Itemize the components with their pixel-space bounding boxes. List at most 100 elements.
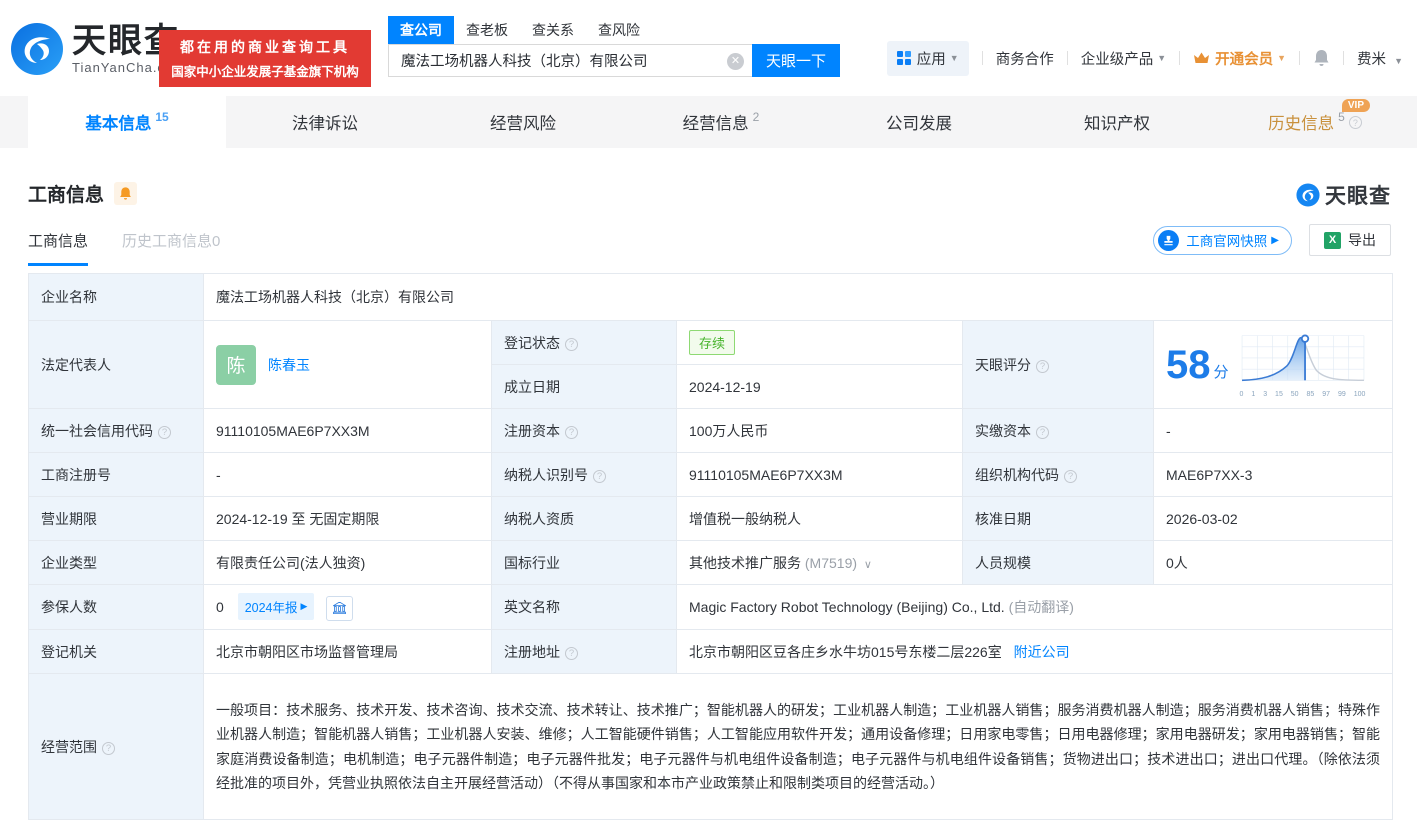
- vip-badge: VIP: [1341, 99, 1370, 112]
- help-icon[interactable]: ?: [565, 337, 578, 351]
- main-content: 工商信息 天眼查 工商信息 历史工商信息0 工商官网快照 ▶ X 导出 企业名称…: [0, 148, 1417, 829]
- search-input[interactable]: [389, 45, 752, 76]
- label-text: 纳税人识别号: [504, 466, 588, 483]
- tab-count: 5: [1338, 110, 1345, 124]
- taxpayer-quality-value: 增值税一般纳税人: [676, 496, 963, 541]
- help-icon[interactable]: ?: [1036, 425, 1049, 439]
- reg-authority-label: 登记机关: [28, 629, 204, 674]
- establish-date-value: 2024-12-19: [676, 364, 963, 409]
- label-text: 实缴资本: [975, 422, 1031, 439]
- score-cell: 58 分 0 1 3 15 50 85 97 99 100: [1152, 320, 1394, 409]
- legal-rep-name-link[interactable]: 陈春玉: [268, 355, 310, 375]
- tab-basic-info[interactable]: 基本信息 15: [28, 96, 226, 148]
- stamp-icon: [1158, 229, 1180, 251]
- clear-search-icon[interactable]: ✕: [727, 53, 744, 70]
- subtab-business-info[interactable]: 工商信息: [28, 230, 89, 266]
- tab-company-development[interactable]: 公司发展: [820, 96, 1018, 148]
- auto-translate-note: (自动翻译): [1008, 599, 1074, 615]
- monitor-bell-button[interactable]: [114, 182, 138, 205]
- score-value: 58: [1166, 342, 1211, 387]
- insured-count: 0: [216, 599, 224, 616]
- open-vip-link[interactable]: 开通会员 ▼: [1193, 48, 1286, 69]
- reg-address-value: 北京市朝阳区豆各庄乡水牛坊015号东楼二层226室 附近公司: [675, 629, 1394, 674]
- help-icon[interactable]: ?: [565, 425, 578, 439]
- reg-status-value: 存续: [676, 320, 963, 365]
- banner-line1: 都在用的商业查询工具: [180, 39, 350, 55]
- industry-label: 国标行业: [491, 540, 677, 585]
- industry-code: (M7519): [804, 554, 858, 571]
- score-distribution-chart[interactable]: 01 3 15 50 85 97 99 100: [1239, 331, 1367, 398]
- paid-capital-label: 实缴资本?: [962, 408, 1154, 453]
- insured-value: 0 2024年报 ▶: [203, 584, 492, 630]
- search-button[interactable]: 天眼一下: [752, 44, 840, 77]
- reg-authority-value: 北京市朝阳区市场监督管理局: [203, 629, 492, 674]
- credit-code-label: 统一社会信用代码?: [28, 408, 204, 453]
- score-unit: 分: [1213, 364, 1229, 381]
- industry-value[interactable]: 其他技术推广服务 (M7519) ∨: [676, 540, 963, 585]
- business-term-value: 2024-12-19 至 无固定期限: [203, 496, 492, 541]
- tab-intellectual-property[interactable]: 知识产权: [1018, 96, 1216, 148]
- english-name-text: Magic Factory Robot Technology (Beijing)…: [689, 599, 1005, 615]
- chevron-down-icon: ∨: [863, 558, 872, 571]
- annual-report-badge[interactable]: 2024年报 ▶: [237, 593, 315, 621]
- legal-rep-cell: 陈 陈春玉: [203, 320, 492, 409]
- help-icon[interactable]: ?: [158, 425, 171, 439]
- apps-label: 应用: [916, 51, 946, 68]
- subtab-history-business-info[interactable]: 历史工商信息0: [122, 230, 220, 266]
- snapshot-label: 工商官网快照: [1186, 234, 1268, 249]
- approval-date-label: 核准日期: [962, 496, 1154, 541]
- search-tab-company[interactable]: 查公司: [388, 16, 454, 44]
- legal-rep-avatar[interactable]: 陈: [216, 344, 256, 385]
- help-icon[interactable]: ?: [593, 469, 606, 483]
- notification-bell-icon[interactable]: [1313, 49, 1330, 67]
- help-icon[interactable]: ?: [1064, 469, 1077, 483]
- excel-icon: X: [1324, 231, 1341, 249]
- business-info-table: 企业名称 魔法工场机器人科技（北京）有限公司 法定代表人 陈 陈春玉 登记状态?…: [28, 273, 1394, 820]
- chevron-down-icon: ▼: [1277, 53, 1287, 63]
- help-icon[interactable]: ?: [102, 741, 115, 755]
- tianyancha-swirl-icon: [1296, 183, 1320, 207]
- label-text: 天眼评分: [975, 356, 1031, 373]
- crown-icon: [1193, 51, 1210, 65]
- company-type-label: 企业类型: [28, 540, 204, 585]
- subtab-bar: 工商信息 历史工商信息0: [28, 230, 254, 266]
- chevron-down-icon: ▼: [1157, 53, 1167, 63]
- business-scope-label: 经营范围?: [28, 673, 204, 820]
- tab-label: 经营信息: [682, 115, 749, 133]
- nearby-companies-link[interactable]: 附近公司: [1014, 644, 1070, 660]
- tab-legal-litigation[interactable]: 法律诉讼: [226, 96, 424, 148]
- tab-label: 基本信息: [85, 115, 152, 133]
- official-snapshot-button[interactable]: 工商官网快照 ▶: [1153, 225, 1292, 255]
- insured-label: 参保人数: [28, 584, 204, 630]
- annual-report-label: 2024年报: [244, 601, 298, 616]
- nav-divider: [1343, 51, 1345, 65]
- legal-rep-label: 法定代表人: [28, 320, 204, 409]
- search-tab-boss[interactable]: 查老板: [454, 16, 520, 44]
- main-tab-bar: 基本信息 15 法律诉讼 经营风险 经营信息 2 公司发展 知识产权 VIP 历…: [0, 96, 1417, 148]
- search-tab-relation[interactable]: 查关系: [520, 16, 586, 44]
- nav-enterprise-products[interactable]: 企业级产品: [1081, 48, 1154, 69]
- tab-label: 公司发展: [886, 115, 952, 133]
- reg-address-text: 北京市朝阳区豆各庄乡水牛坊015号东楼二层226室: [689, 643, 1002, 660]
- label-text: 组织机构代码: [975, 466, 1059, 483]
- tab-operation-risk[interactable]: 经营风险: [424, 96, 622, 148]
- search-tab-risk[interactable]: 查风险: [586, 16, 652, 44]
- nav-divider: [1179, 51, 1181, 65]
- apps-menu[interactable]: 应用 ▼: [886, 40, 969, 76]
- tab-label: 经营风险: [490, 115, 556, 133]
- help-icon[interactable]: ?: [1348, 115, 1362, 129]
- english-name-value: Magic Factory Robot Technology (Beijing)…: [675, 584, 1394, 630]
- help-icon[interactable]: ?: [565, 646, 578, 660]
- label-text: 注册地址: [504, 643, 560, 660]
- help-icon[interactable]: ?: [1036, 359, 1049, 373]
- promo-banner: 都在用的商业查询工具 国家中小企业发展子基金旗下机构: [159, 30, 371, 87]
- tab-operation-info[interactable]: 经营信息 2: [622, 96, 820, 148]
- nav-cooperation[interactable]: 商务合作: [996, 48, 1054, 69]
- org-code-label: 组织机构代码?: [962, 452, 1154, 497]
- social-insurance-icon-button[interactable]: [326, 595, 354, 621]
- nav-divider: [981, 51, 983, 65]
- user-menu[interactable]: 费米 ▼: [1357, 48, 1403, 69]
- tab-history-info[interactable]: VIP 历史信息 5 ?: [1216, 96, 1414, 148]
- status-badge: 存续: [689, 330, 736, 355]
- export-button[interactable]: X 导出: [1309, 224, 1391, 256]
